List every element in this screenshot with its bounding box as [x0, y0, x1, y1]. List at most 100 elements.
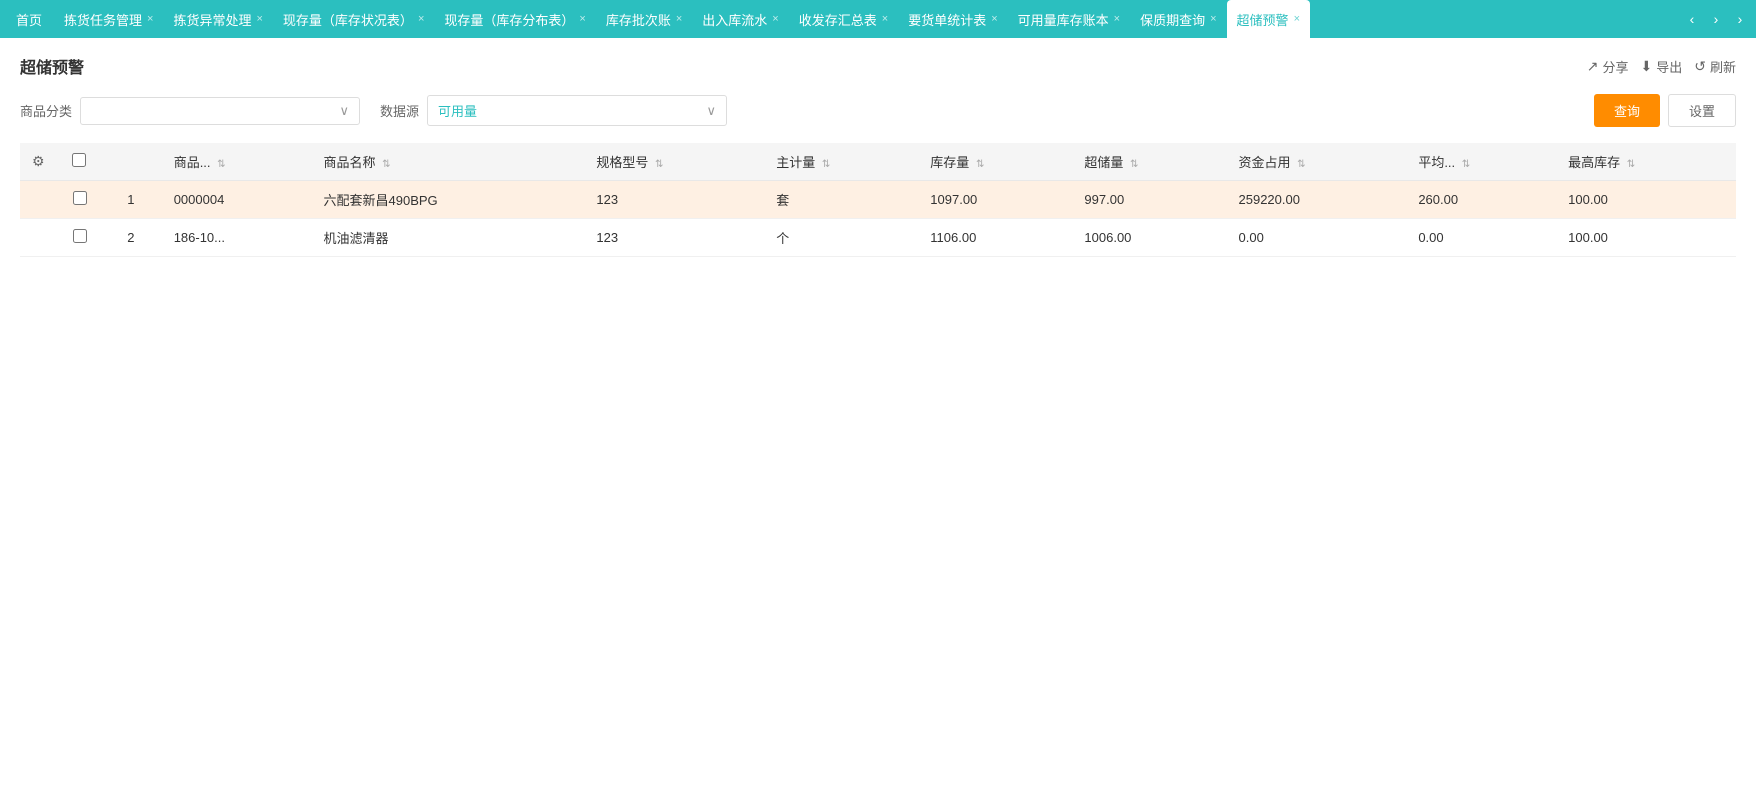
close-tab-4-icon[interactable]: × — [579, 13, 585, 25]
cell-stock: 1097.00 — [918, 181, 1072, 219]
sort-stock-icon: ⇅ — [976, 159, 984, 170]
cell-capital: 259220.00 — [1227, 181, 1407, 219]
nav-home[interactable]: 首页 — [4, 10, 54, 29]
th-code[interactable]: 商品... ⇅ — [162, 143, 312, 181]
cell-gear — [20, 181, 60, 219]
tab-6[interactable]: 出入库流水 × — [692, 0, 788, 38]
nav-next-button[interactable]: › — [1704, 0, 1728, 38]
cell-unit: 套 — [764, 181, 918, 219]
table-row: 1 0000004 六配套新昌490BPG 123 套 1097.00 997.… — [20, 181, 1736, 219]
th-checkbox — [60, 143, 100, 181]
cell-checkbox — [60, 181, 100, 219]
th-row-index — [100, 143, 162, 181]
cell-avg: 260.00 — [1406, 181, 1556, 219]
datasource-filter-label: 数据源 — [380, 101, 419, 120]
cell-code: 0000004 — [162, 181, 312, 219]
share-icon: ↗ — [1587, 58, 1599, 75]
tab-10[interactable]: 保质期查询 × — [1130, 0, 1226, 38]
export-button[interactable]: ⬇ 导出 — [1641, 57, 1683, 76]
row-checkbox[interactable] — [73, 229, 87, 243]
th-spec[interactable]: 规格型号 ⇅ — [584, 143, 764, 181]
sort-code-icon: ⇅ — [217, 159, 225, 170]
sort-capital-icon: ⇅ — [1297, 159, 1305, 170]
th-unit[interactable]: 主计量 ⇅ — [764, 143, 918, 181]
tab-1[interactable]: 拣货任务管理 × — [54, 0, 163, 38]
cell-capital: 0.00 — [1227, 219, 1407, 257]
category-filter-label: 商品分类 — [20, 101, 72, 120]
sort-name-icon: ⇅ — [382, 159, 390, 170]
th-overflow[interactable]: 超储量 ⇅ — [1072, 143, 1226, 181]
th-gear: ⚙ — [20, 143, 60, 181]
cell-name: 六配套新昌490BPG — [312, 181, 585, 219]
category-chevron-icon: ∨ — [340, 103, 350, 119]
page-header: 超储预警 ↗ 分享 ⬇ 导出 ↺ 刷新 — [20, 54, 1736, 78]
th-capital[interactable]: 资金占用 ⇅ — [1227, 143, 1407, 181]
refresh-icon: ↺ — [1694, 58, 1706, 75]
export-icon: ⬇ — [1641, 58, 1653, 75]
tab-7[interactable]: 收发存汇总表 × — [789, 0, 898, 38]
query-button[interactable]: 查询 — [1594, 94, 1660, 127]
datasource-filter-group: 数据源 可用量 ∨ — [380, 95, 727, 126]
table-row: 2 186-10... 机油滤清器 123 个 1106.00 1006.00 … — [20, 219, 1736, 257]
close-tab-10-icon[interactable]: × — [1210, 13, 1216, 25]
tab-2[interactable]: 拣货异常处理 × — [163, 0, 272, 38]
tab-5[interactable]: 库存批次账 × — [596, 0, 692, 38]
tab-8[interactable]: 要货单统计表 × — [898, 0, 1007, 38]
tab-4[interactable]: 现存量（库存分布表） × — [434, 0, 595, 38]
tab-11-active[interactable]: 超储预警 × — [1227, 0, 1310, 38]
tab-9[interactable]: 可用量库存账本 × — [1008, 0, 1130, 38]
row-checkbox[interactable] — [73, 191, 87, 205]
gear-settings-icon[interactable]: ⚙ — [32, 153, 45, 169]
close-tab-9-icon[interactable]: × — [1114, 13, 1120, 25]
close-tab-2-icon[interactable]: × — [256, 13, 262, 25]
settings-button[interactable]: 设置 — [1668, 94, 1736, 127]
page-title: 超储预警 — [20, 54, 84, 78]
datasource-select-value: 可用量 — [438, 101, 477, 120]
sort-maxstock-icon: ⇅ — [1627, 159, 1635, 170]
cell-maxstock: 100.00 — [1556, 181, 1736, 219]
nav-prev-button[interactable]: ‹ — [1680, 0, 1704, 38]
select-all-checkbox[interactable] — [72, 153, 86, 167]
filter-actions: 查询 设置 — [1594, 94, 1736, 127]
cell-unit: 个 — [764, 219, 918, 257]
refresh-button[interactable]: ↺ 刷新 — [1694, 57, 1736, 76]
table-header-row: ⚙ 商品... ⇅ 商品名称 ⇅ 规格型号 ⇅ — [20, 143, 1736, 181]
cell-spec: 123 — [584, 181, 764, 219]
datasource-select[interactable]: 可用量 ∨ — [427, 95, 727, 126]
th-avg[interactable]: 平均... ⇅ — [1406, 143, 1556, 181]
close-tab-7-icon[interactable]: × — [882, 13, 888, 25]
cell-index: 2 — [100, 219, 162, 257]
cell-name: 机油滤清器 — [312, 219, 585, 257]
cell-checkbox — [60, 219, 100, 257]
close-tab-11-icon[interactable]: × — [1294, 13, 1300, 25]
share-button[interactable]: ↗ 分享 — [1587, 57, 1629, 76]
th-maxstock[interactable]: 最高库存 ⇅ — [1556, 143, 1736, 181]
cell-spec: 123 — [584, 219, 764, 257]
category-select[interactable]: ∨ — [80, 97, 360, 125]
page-content: 超储预警 ↗ 分享 ⬇ 导出 ↺ 刷新 商品分类 ∨ 数据源 — [0, 38, 1756, 800]
close-tab-5-icon[interactable]: × — [676, 13, 682, 25]
cell-overflow: 1006.00 — [1072, 219, 1226, 257]
cell-code: 186-10... — [162, 219, 312, 257]
sort-avg-icon: ⇅ — [1462, 159, 1470, 170]
tab-3[interactable]: 现存量（库存状况表） × — [273, 0, 434, 38]
sort-spec-icon: ⇅ — [655, 159, 663, 170]
th-name[interactable]: 商品名称 ⇅ — [312, 143, 585, 181]
data-table: ⚙ 商品... ⇅ 商品名称 ⇅ 规格型号 ⇅ — [20, 143, 1736, 257]
datasource-chevron-icon: ∨ — [707, 103, 717, 119]
cell-gear — [20, 219, 60, 257]
nav-more-button[interactable]: › — [1728, 0, 1752, 38]
close-tab-1-icon[interactable]: × — [147, 13, 153, 25]
cell-maxstock: 100.00 — [1556, 219, 1736, 257]
close-tab-8-icon[interactable]: × — [991, 13, 997, 25]
close-tab-6-icon[interactable]: × — [772, 13, 778, 25]
sort-unit-icon: ⇅ — [822, 159, 830, 170]
cell-index: 1 — [100, 181, 162, 219]
nav-arrows: ‹ › › — [1680, 0, 1752, 38]
th-stock[interactable]: 库存量 ⇅ — [918, 143, 1072, 181]
table-body: 1 0000004 六配套新昌490BPG 123 套 1097.00 997.… — [20, 181, 1736, 257]
category-filter-group: 商品分类 ∨ — [20, 97, 360, 125]
cell-stock: 1106.00 — [918, 219, 1072, 257]
close-tab-3-icon[interactable]: × — [418, 13, 424, 25]
filter-row: 商品分类 ∨ 数据源 可用量 ∨ 查询 设置 — [20, 94, 1736, 127]
